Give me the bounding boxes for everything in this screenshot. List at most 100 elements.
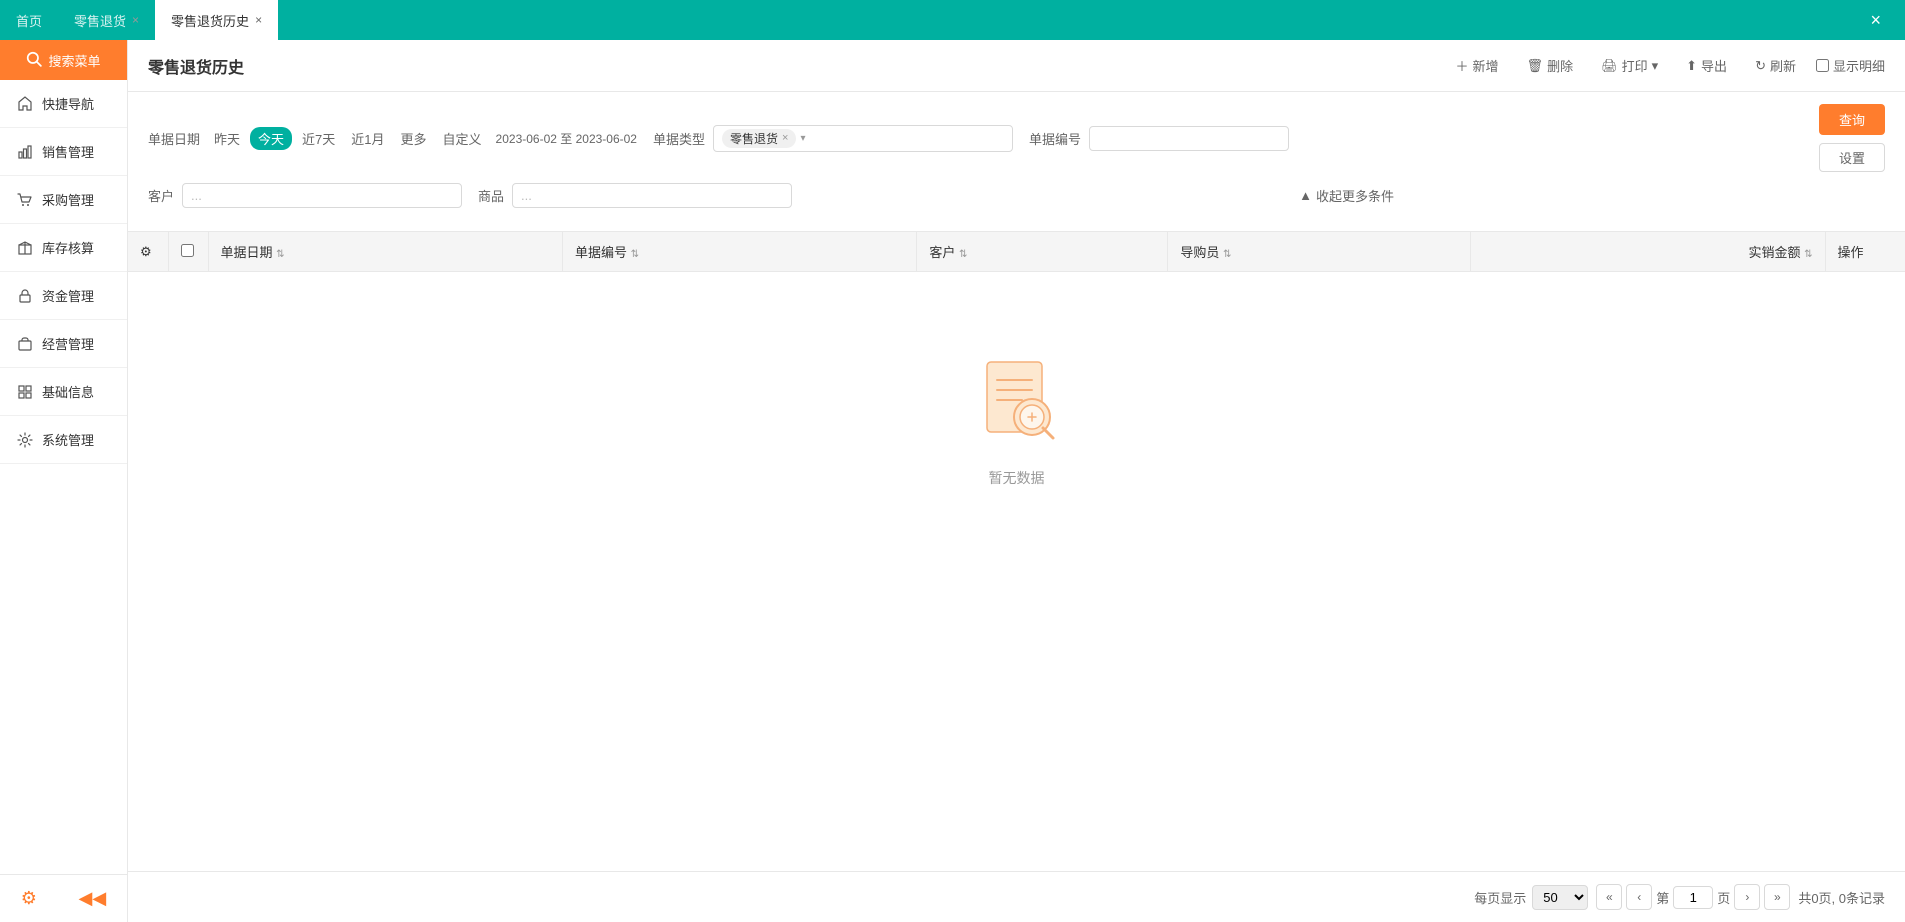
tab-list: 首页 零售退货 × 零售退货历史 ×: [0, 0, 1862, 40]
page-actions: ＋ 新增 🗑 删除 🖨 打印 ▾ ⬆ 导出 ↻ 刷新: [1448, 52, 1885, 79]
page-number-input[interactable]: [1673, 886, 1713, 909]
export-button[interactable]: ⬆ 导出: [1678, 52, 1735, 79]
doc-type-tag-close[interactable]: ×: [782, 132, 788, 144]
delete-label: 删除: [1547, 56, 1573, 75]
tab-home-label: 首页: [16, 11, 42, 30]
sidebar-item-operations[interactable]: 经营管理: [0, 320, 127, 368]
settings-button[interactable]: 设置: [1819, 143, 1885, 172]
col-operation-header: 操作: [1825, 232, 1905, 272]
date-buttons: 昨天 今天 近7天 近1月 更多 自定义 2023-06-02 至 2023-0…: [208, 127, 637, 150]
sidebar-item-inventory[interactable]: 库存核算: [0, 224, 127, 272]
col-amount-sort[interactable]: ⇅: [1804, 249, 1812, 260]
col-customer-label: 客户: [929, 245, 955, 260]
col-guide-sort[interactable]: ⇅: [1223, 249, 1231, 260]
show-detail-container: 显示明细: [1816, 56, 1885, 75]
per-page-selector: 每页显示 50 10 20 100: [1474, 885, 1588, 910]
page-title: 零售退货历史: [148, 54, 244, 78]
filter-area: 单据日期 昨天 今天 近7天 近1月 更多 自定义 2023-06-02 至 2…: [128, 92, 1905, 232]
date-btn-today[interactable]: 今天: [250, 127, 292, 150]
tab-retail-return-close[interactable]: ×: [132, 13, 139, 27]
date-btn-7days[interactable]: 近7天: [296, 127, 341, 150]
sidebar-search[interactable]: 搜索菜单: [0, 40, 127, 80]
export-icon: ⬆: [1686, 58, 1697, 74]
doc-type-dropdown-arrow: ▾: [800, 133, 805, 144]
doc-type-input[interactable]: 零售退货 × ▾: [713, 125, 1013, 152]
doc-type-filter: 单据类型 零售退货 × ▾: [653, 125, 1013, 152]
table-header: ⚙ 单据日期 ⇅ 单据编号 ⇅: [128, 232, 1905, 272]
doc-number-input[interactable]: [1089, 126, 1289, 151]
date-btn-1month[interactable]: 近1月: [345, 127, 390, 150]
doc-number-label: 单据编号: [1029, 129, 1081, 148]
total-info: 共0页, 0条记录: [1798, 888, 1885, 907]
sidebar-item-quick-nav[interactable]: 快捷导航: [0, 80, 127, 128]
delete-button[interactable]: 🗑 删除: [1519, 52, 1582, 79]
query-button[interactable]: 查询: [1819, 104, 1885, 135]
customer-input[interactable]: ...: [182, 183, 462, 208]
plus-icon: ＋: [1456, 56, 1469, 75]
date-btn-yesterday[interactable]: 昨天: [208, 127, 246, 150]
sidebar-item-finance-label: 资金管理: [42, 286, 94, 305]
gear-icon: [16, 431, 34, 449]
tab-retail-return-history-close[interactable]: ×: [255, 13, 262, 27]
page-prev-button[interactable]: ‹: [1626, 884, 1652, 910]
page-last-button[interactable]: »: [1764, 884, 1790, 910]
goods-label: 商品: [478, 186, 504, 205]
col-checkbox-header: [168, 232, 208, 272]
volume-icon[interactable]: ◀◀: [79, 888, 107, 909]
customer-label: 客户: [148, 186, 174, 205]
data-table: ⚙ 单据日期 ⇅ 单据编号 ⇅: [128, 232, 1905, 568]
delete-icon: 🗑: [1527, 58, 1544, 74]
col-amount-header: 实销金额 ⇅: [1471, 232, 1825, 272]
date-btn-custom[interactable]: 自定义: [437, 127, 488, 150]
select-all-checkbox[interactable]: [181, 244, 194, 257]
collapse-label: 收起更多条件: [1316, 186, 1394, 205]
col-doc-date-sort[interactable]: ⇅: [276, 249, 284, 260]
new-button[interactable]: ＋ 新增: [1448, 52, 1507, 79]
customer-filter: 客户 ...: [148, 183, 462, 208]
col-amount-label: 实销金额: [1748, 245, 1800, 260]
sidebar-item-base-info[interactable]: 基础信息: [0, 368, 127, 416]
top-bar-right: ×: [1862, 6, 1905, 35]
col-customer-sort[interactable]: ⇅: [959, 249, 967, 260]
page-first-button[interactable]: «: [1596, 884, 1622, 910]
show-detail-checkbox[interactable]: [1816, 59, 1829, 72]
print-dropdown-icon: ▾: [1652, 58, 1659, 74]
print-icon: 🖨: [1601, 58, 1618, 74]
col-guide-label: 导购员: [1180, 245, 1219, 260]
settings-bottom-icon[interactable]: ⚙: [21, 888, 37, 909]
page-header: 零售退货历史 ＋ 新增 🗑 删除 🖨 打印 ▾ ⬆ 导出: [128, 40, 1905, 92]
refresh-button[interactable]: ↻ 刷新: [1747, 52, 1804, 79]
tab-retail-return[interactable]: 零售退货 ×: [58, 0, 155, 40]
page-unit: 页: [1717, 888, 1730, 907]
sidebar-item-quick-nav-label: 快捷导航: [42, 94, 94, 113]
tab-home[interactable]: 首页: [0, 0, 58, 40]
col-customer-header: 客户 ⇅: [917, 232, 1168, 272]
window-close-button[interactable]: ×: [1862, 6, 1889, 35]
sidebar-item-base-info-label: 基础信息: [42, 382, 94, 401]
col-settings-icon[interactable]: ⚙: [140, 244, 152, 259]
col-doc-date-header: 单据日期 ⇅: [208, 232, 562, 272]
goods-placeholder: ...: [521, 188, 532, 203]
tab-retail-return-history[interactable]: 零售退货历史 ×: [155, 0, 278, 40]
lock-icon: [16, 287, 34, 305]
export-label: 导出: [1701, 56, 1727, 75]
sidebar-item-operations-label: 经营管理: [42, 334, 94, 353]
date-btn-more[interactable]: 更多: [395, 127, 433, 150]
col-settings-header[interactable]: ⚙: [128, 232, 168, 272]
table-container: ⚙ 单据日期 ⇅ 单据编号 ⇅: [128, 232, 1905, 871]
col-doc-number-sort[interactable]: ⇅: [631, 249, 639, 260]
sidebar-item-sales[interactable]: 销售管理: [0, 128, 127, 176]
sidebar-item-system[interactable]: 系统管理: [0, 416, 127, 464]
page-next-button[interactable]: ›: [1734, 884, 1760, 910]
sidebar-item-purchase-label: 采购管理: [42, 190, 94, 209]
collapse-button[interactable]: ▲ 收起更多条件: [1291, 182, 1402, 209]
tab-retail-return-history-label: 零售退货历史: [171, 11, 249, 30]
goods-input[interactable]: ...: [512, 183, 792, 208]
print-button[interactable]: 🖨 打印 ▾: [1593, 52, 1666, 79]
sidebar-item-purchase[interactable]: 采购管理: [0, 176, 127, 224]
per-page-select[interactable]: 50 10 20 100: [1532, 885, 1588, 910]
pagination: 每页显示 50 10 20 100 « ‹ 第 页 › » 共0页, 0条记录: [128, 871, 1905, 922]
grid-icon: [16, 383, 34, 401]
sidebar-item-finance[interactable]: 资金管理: [0, 272, 127, 320]
sidebar-bottom: ⚙ ◀◀: [0, 874, 127, 922]
